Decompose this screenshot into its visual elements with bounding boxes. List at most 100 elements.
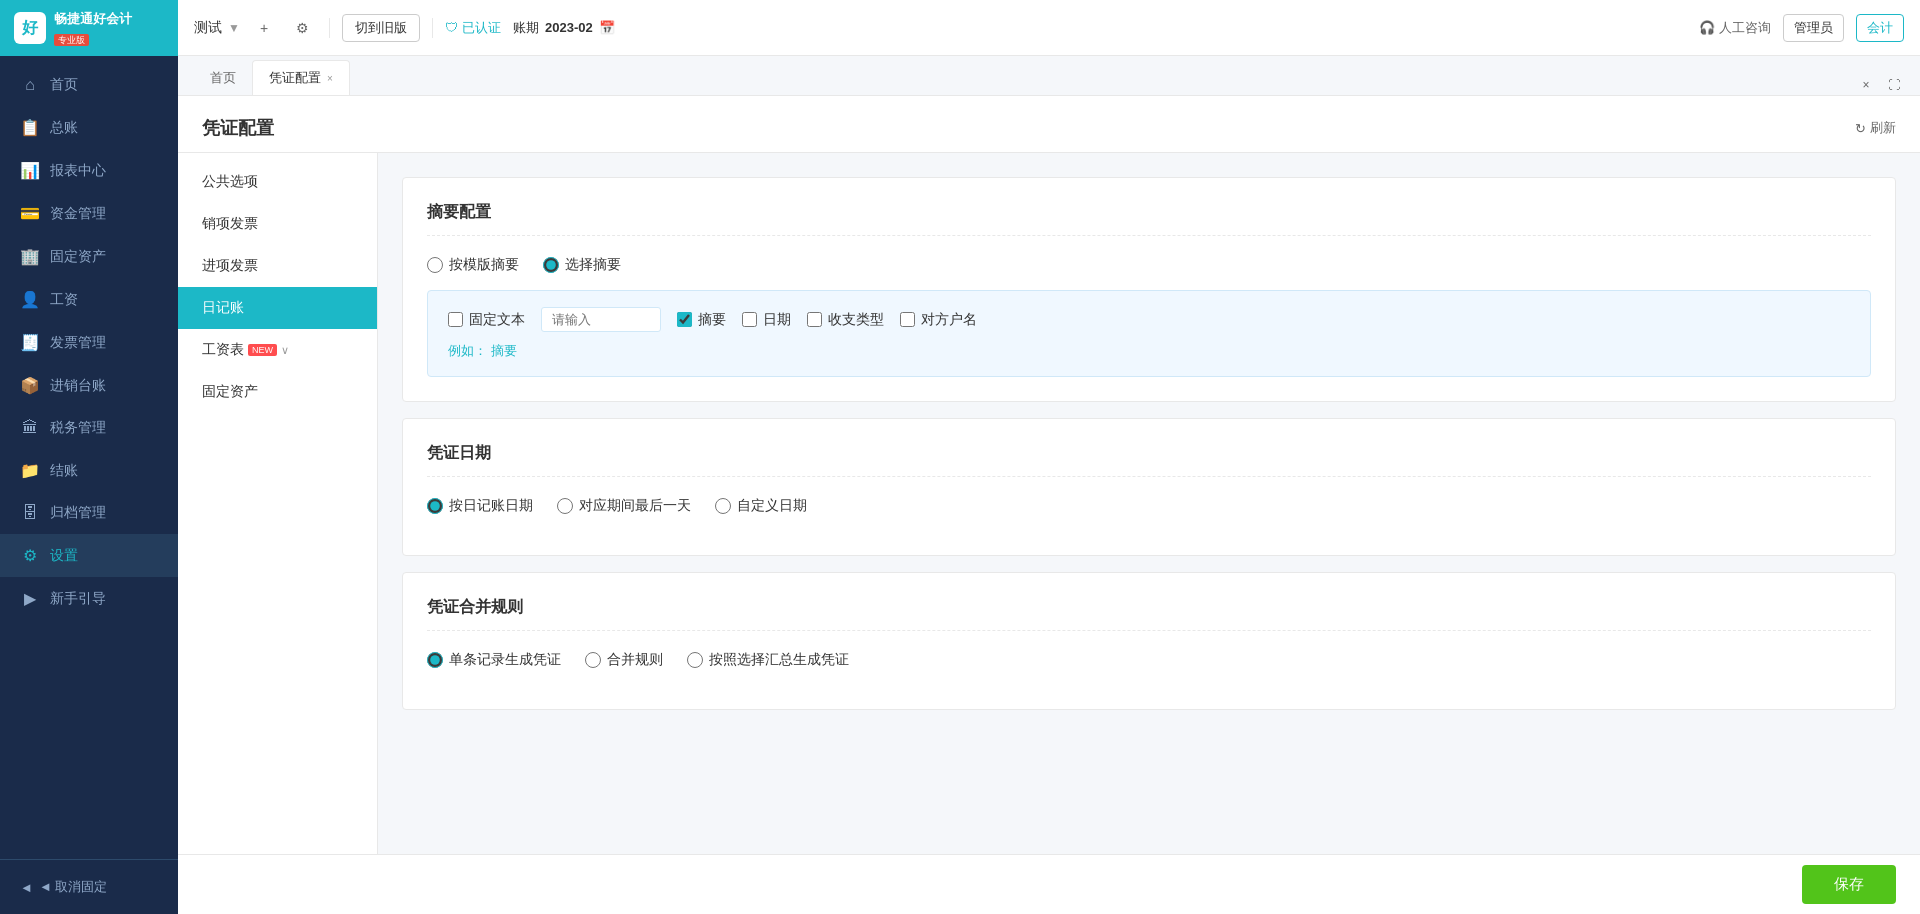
refresh-icon: ↻: [1855, 121, 1866, 136]
radio-period-last[interactable]: 对应期间最后一天: [557, 497, 691, 515]
page-title: 凭证配置: [202, 116, 274, 140]
sidebar-item-funds[interactable]: 💳资金管理: [0, 192, 178, 235]
tab-config[interactable]: 凭证配置 ×: [252, 60, 350, 95]
config-nav-public[interactable]: 公共选项: [178, 161, 377, 203]
app-logo-icon: 好: [14, 12, 46, 44]
company-selector[interactable]: 测试 ▼: [194, 19, 240, 37]
plus-icon: +: [260, 20, 268, 36]
radio-select-merge[interactable]: 按照选择汇总生成凭证: [687, 651, 849, 669]
gear-icon: ⚙: [296, 20, 309, 36]
topbar-divider: [329, 18, 330, 38]
checkbox-fixed-text[interactable]: 固定文本: [448, 311, 525, 329]
page-header: 凭证配置 ↻ 刷新: [178, 96, 1920, 153]
switch-version-button[interactable]: 切到旧版: [342, 14, 420, 42]
accountant-button[interactable]: 会计: [1856, 14, 1904, 42]
headset-icon: 🎧: [1699, 20, 1715, 35]
checkbox-counterparty[interactable]: 对方户名: [900, 311, 977, 329]
sidebar-item-settings[interactable]: ⚙设置: [0, 534, 178, 577]
sidebar-icon-ledger: 📋: [20, 118, 40, 137]
page-wrapper: 凭证配置 ↻ 刷新 公共选项销项发票进项发票日记账工资表 NEW ∨固定资产 摘…: [178, 96, 1920, 914]
admin-button[interactable]: 管理员: [1783, 14, 1844, 42]
settings-button[interactable]: ⚙: [288, 16, 317, 40]
summary-example: 例如： 摘要: [448, 342, 1850, 360]
window-controls: × ⛶: [1856, 75, 1904, 95]
radio-custom-date[interactable]: 自定义日期: [715, 497, 807, 515]
sidebar-item-archive[interactable]: 🗄归档管理: [0, 492, 178, 534]
sidebar-icon-tax: 🏛: [20, 419, 40, 437]
sidebar-icon-invoices: 🧾: [20, 333, 40, 352]
fixed-text-input[interactable]: [541, 307, 661, 332]
sidebar-icon-reports: 📊: [20, 161, 40, 180]
support-button[interactable]: 🎧 人工咨询: [1699, 19, 1771, 37]
tab-close-icon[interactable]: ×: [327, 73, 333, 84]
tab-home[interactable]: 首页: [194, 61, 252, 95]
save-button[interactable]: 保存: [1802, 865, 1896, 904]
radio-merge-rule[interactable]: 合并规则: [585, 651, 663, 669]
config-nav-purchase_invoice[interactable]: 进项发票: [178, 245, 377, 287]
topbar: 测试 ▼ + ⚙ 切到旧版 🛡 已认证 账期 2023-02 📅: [178, 0, 1920, 56]
config-nav-fixed_assets[interactable]: 固定资产: [178, 371, 377, 413]
config-nav-payroll[interactable]: 工资表 NEW ∨: [178, 329, 377, 371]
checkbox-payment-type[interactable]: 收支类型: [807, 311, 884, 329]
config-layout: 公共选项销项发票进项发票日记账工资表 NEW ∨固定资产 摘要配置 按模版摘要: [178, 153, 1920, 854]
sidebar-icon-wages: 👤: [20, 290, 40, 309]
summary-config-box: 固定文本 摘要 日期: [427, 290, 1871, 377]
date-section-title: 凭证日期: [427, 443, 1871, 477]
topbar-right: 🎧 人工咨询 管理员 会计: [1699, 14, 1904, 42]
summary-radio-group: 按模版摘要 选择摘要: [427, 256, 1871, 274]
config-nav-sales_invoice[interactable]: 销项发票: [178, 203, 377, 245]
sidebar-logo: 好 畅捷通好会计 专业版: [0, 0, 178, 56]
close-window-button[interactable]: ×: [1856, 75, 1876, 95]
merge-section: 凭证合并规则 单条记录生成凭证 合并规则: [402, 572, 1896, 710]
radio-journal-date[interactable]: 按日记账日期: [427, 497, 533, 515]
certified-icon: 🛡: [445, 20, 458, 35]
sidebar-nav: ⌂首页📋总账📊报表中心💳资金管理🏢固定资产👤工资🧾发票管理📦进销台账🏛税务管理📁…: [0, 56, 178, 859]
sidebar-icon-assets: 🏢: [20, 247, 40, 266]
summary-section: 摘要配置 按模版摘要 选择摘要: [402, 177, 1896, 402]
footer-bar: 保存: [178, 854, 1920, 914]
merge-section-title: 凭证合并规则: [427, 597, 1871, 631]
summary-section-title: 摘要配置: [427, 202, 1871, 236]
summary-checkboxes-row: 固定文本 摘要 日期: [448, 307, 1850, 332]
sidebar-item-reports[interactable]: 📊报表中心: [0, 149, 178, 192]
main-area: 测试 ▼ + ⚙ 切到旧版 🛡 已认证 账期 2023-02 📅: [178, 0, 1920, 914]
certified-status: 🛡 已认证: [445, 19, 501, 37]
config-nav-journal[interactable]: 日记账: [178, 287, 377, 329]
sidebar-item-invoices[interactable]: 🧾发票管理: [0, 321, 178, 364]
period-display: 账期 2023-02 📅: [513, 19, 615, 37]
sidebar-item-home[interactable]: ⌂首页: [0, 64, 178, 106]
checkbox-summary[interactable]: 摘要: [677, 311, 726, 329]
sidebar-item-wages[interactable]: 👤工资: [0, 278, 178, 321]
sidebar-icon-guide: ▶: [20, 589, 40, 608]
sidebar-item-ledger[interactable]: 📋总账: [0, 106, 178, 149]
config-content: 摘要配置 按模版摘要 选择摘要: [378, 153, 1920, 854]
sidebar-icon-sales: 📦: [20, 376, 40, 395]
sidebar-item-assets[interactable]: 🏢固定资产: [0, 235, 178, 278]
collapse-sidebar-button[interactable]: ◄ ◄ 取消固定: [10, 870, 168, 904]
sidebar-item-guide[interactable]: ▶新手引导: [0, 577, 178, 620]
sidebar-bottom: ◄ ◄ 取消固定: [0, 859, 178, 914]
sidebar-item-tax[interactable]: 🏛税务管理: [0, 407, 178, 449]
sidebar-item-settle[interactable]: 📁结账: [0, 449, 178, 492]
expand-window-button[interactable]: ⛶: [1884, 75, 1904, 95]
config-nav: 公共选项销项发票进项发票日记账工资表 NEW ∨固定资产: [178, 153, 378, 854]
sidebar-item-sales[interactable]: 📦进销台账: [0, 364, 178, 407]
sidebar: 好 畅捷通好会计 专业版 ⌂首页📋总账📊报表中心💳资金管理🏢固定资产👤工资🧾发票…: [0, 0, 178, 914]
radio-select-summary[interactable]: 选择摘要: [543, 256, 621, 274]
checkbox-date[interactable]: 日期: [742, 311, 791, 329]
sidebar-icon-archive: 🗄: [20, 504, 40, 522]
radio-single[interactable]: 单条记录生成凭证: [427, 651, 561, 669]
add-button[interactable]: +: [252, 16, 276, 40]
radio-template-summary[interactable]: 按模版摘要: [427, 256, 519, 274]
calendar-icon[interactable]: 📅: [599, 20, 615, 35]
merge-radio-group: 单条记录生成凭证 合并规则 按照选择汇总生成凭证: [427, 651, 1871, 669]
company-chevron-icon: ▼: [228, 21, 240, 35]
app-logo-text: 畅捷通好会计 专业版: [54, 10, 132, 47]
sidebar-icon-funds: 💳: [20, 204, 40, 223]
date-radio-group: 按日记账日期 对应期间最后一天 自定义日期: [427, 497, 1871, 515]
sidebar-icon-settle: 📁: [20, 461, 40, 480]
topbar-divider2: [432, 18, 433, 38]
sidebar-icon-settings: ⚙: [20, 546, 40, 565]
refresh-button[interactable]: ↻ 刷新: [1855, 119, 1896, 137]
date-section: 凭证日期 按日记账日期 对应期间最后一天: [402, 418, 1896, 556]
